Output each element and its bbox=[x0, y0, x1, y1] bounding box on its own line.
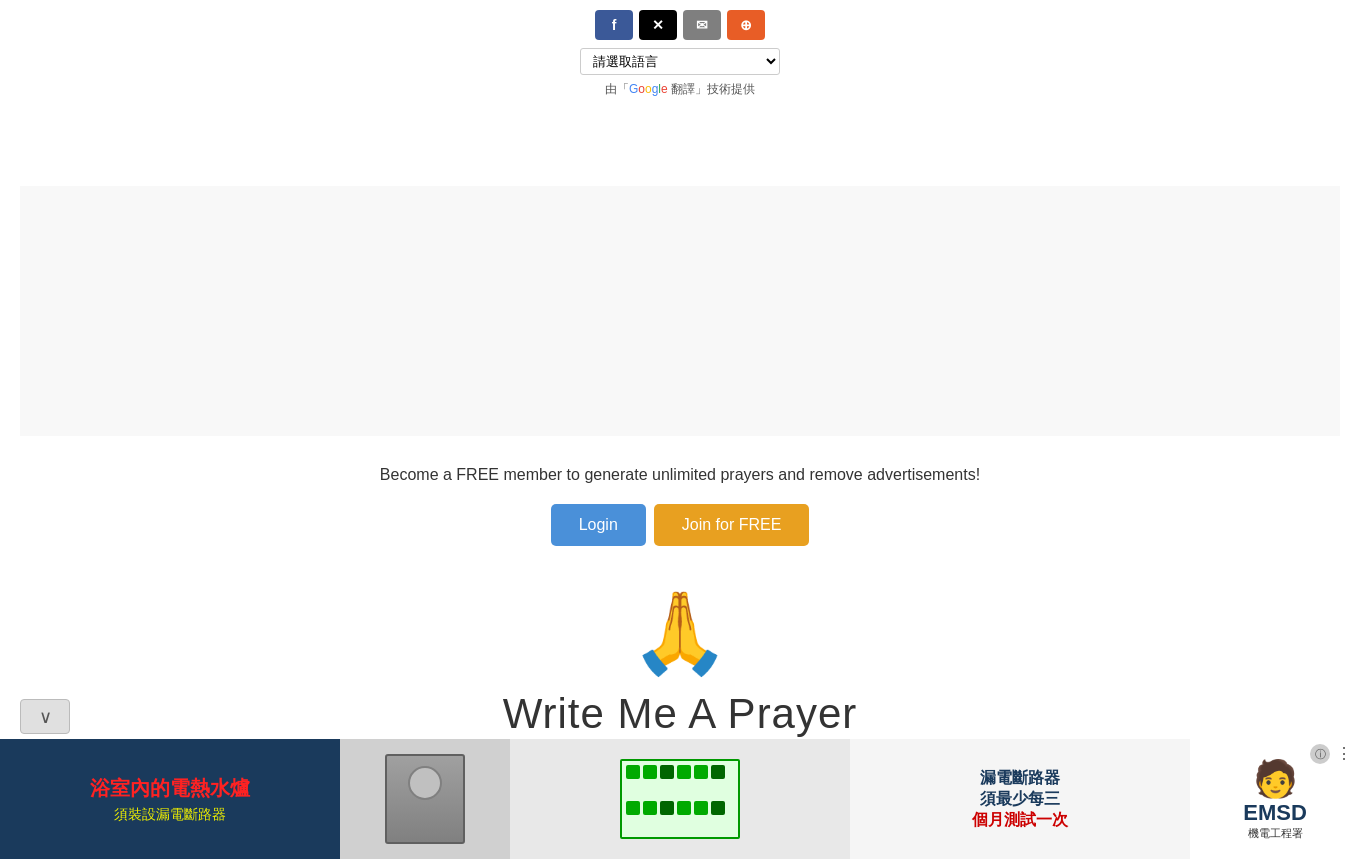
general-share-button[interactable]: ⊕ bbox=[727, 10, 765, 40]
circuit-breaker-graphic bbox=[620, 759, 740, 839]
circuit-dot bbox=[694, 801, 708, 815]
ad-instructions-line3: 個月測試一次 bbox=[972, 811, 1068, 828]
circuit-dot bbox=[711, 765, 725, 779]
google-translate-text: 由「Google 翻譯」技術提供 bbox=[605, 82, 755, 96]
site-title: Write Me A Prayer bbox=[503, 690, 858, 738]
ad-segment-2 bbox=[340, 739, 510, 859]
google-translate-credit: 由「Google 翻譯」技術提供 bbox=[605, 81, 755, 98]
ad-instructions-line2: 須最少每三 bbox=[980, 790, 1060, 807]
join-button[interactable]: Join for FREE bbox=[654, 504, 810, 546]
top-bar: f ✕ ✉ ⊕ 請選取語言 English 繁體中文 简体中文 日本語 한국어 … bbox=[0, 0, 1360, 106]
ad-instructions-line1: 漏電斷路器 bbox=[980, 769, 1060, 786]
social-icons: f ✕ ✉ ⊕ bbox=[595, 10, 765, 40]
water-heater-graphic bbox=[385, 754, 465, 844]
email-share-button[interactable]: ✉ bbox=[683, 10, 721, 40]
circuit-dot bbox=[643, 801, 657, 815]
ad-segment-5: 🧑 EMSD 機電工程署 bbox=[1190, 739, 1360, 859]
facebook-share-button[interactable]: f bbox=[595, 10, 633, 40]
circuit-dot bbox=[677, 765, 691, 779]
language-select[interactable]: 請選取語言 English 繁體中文 简体中文 日本語 한국어 Español … bbox=[580, 48, 780, 75]
info-icon: ⓘ bbox=[1315, 747, 1326, 762]
menu-dots-icon: ⋮ bbox=[1336, 745, 1352, 762]
emsd-full-name: 機電工程署 bbox=[1248, 826, 1303, 841]
promo-message: Become a FREE member to generate unlimit… bbox=[380, 466, 980, 484]
circuit-dot bbox=[643, 765, 657, 779]
twitter-icon: ✕ bbox=[652, 17, 664, 33]
main-content: Become a FREE member to generate unlimit… bbox=[0, 106, 1360, 817]
emsd-abbr: EMSD bbox=[1243, 800, 1307, 826]
prayer-emoji: 🙏 bbox=[630, 586, 730, 680]
circuit-dot bbox=[694, 765, 708, 779]
ad-subtitle-text: 須裝設漏電斷路器 bbox=[114, 806, 226, 824]
ad-segment-3 bbox=[510, 739, 850, 859]
circuit-dot bbox=[626, 801, 640, 815]
top-ad-placeholder bbox=[20, 186, 1340, 436]
ad-visual-container: 浴室內的電熱水爐 須裝設漏電斷路器 bbox=[0, 739, 1360, 859]
chevron-down-icon: ∨ bbox=[39, 706, 52, 728]
bottom-ad-banner: 浴室內的電熱水爐 須裝設漏電斷路器 bbox=[0, 739, 1360, 859]
ad-segment-4: 漏電斷路器 須最少每三 個月測試一次 bbox=[850, 739, 1190, 859]
facebook-icon: f bbox=[612, 17, 617, 33]
ad-info-icon[interactable]: ⓘ bbox=[1310, 744, 1330, 764]
circuit-dot bbox=[711, 801, 725, 815]
share-icon: ⊕ bbox=[740, 17, 752, 33]
language-select-wrapper: 請選取語言 English 繁體中文 简体中文 日本語 한국어 Español … bbox=[580, 48, 780, 75]
circuit-dot bbox=[660, 765, 674, 779]
ad-instructions: 漏電斷路器 須最少每三 個月測試一次 bbox=[972, 768, 1068, 831]
ad-menu-icon[interactable]: ⋮ bbox=[1336, 744, 1352, 763]
ad-title-text: 浴室內的電熱水爐 bbox=[90, 775, 250, 802]
circuit-dot bbox=[677, 801, 691, 815]
action-buttons: Login Join for FREE bbox=[551, 504, 810, 546]
circuit-dot bbox=[660, 801, 674, 815]
chevron-down-button[interactable]: ∨ bbox=[20, 699, 70, 734]
circuit-dot bbox=[626, 765, 640, 779]
emsd-person-icon: 🧑 bbox=[1253, 758, 1298, 800]
ad-segment-1: 浴室內的電熱水爐 須裝設漏電斷路器 bbox=[0, 739, 340, 859]
twitter-share-button[interactable]: ✕ bbox=[639, 10, 677, 40]
email-icon: ✉ bbox=[696, 17, 708, 33]
login-button[interactable]: Login bbox=[551, 504, 646, 546]
